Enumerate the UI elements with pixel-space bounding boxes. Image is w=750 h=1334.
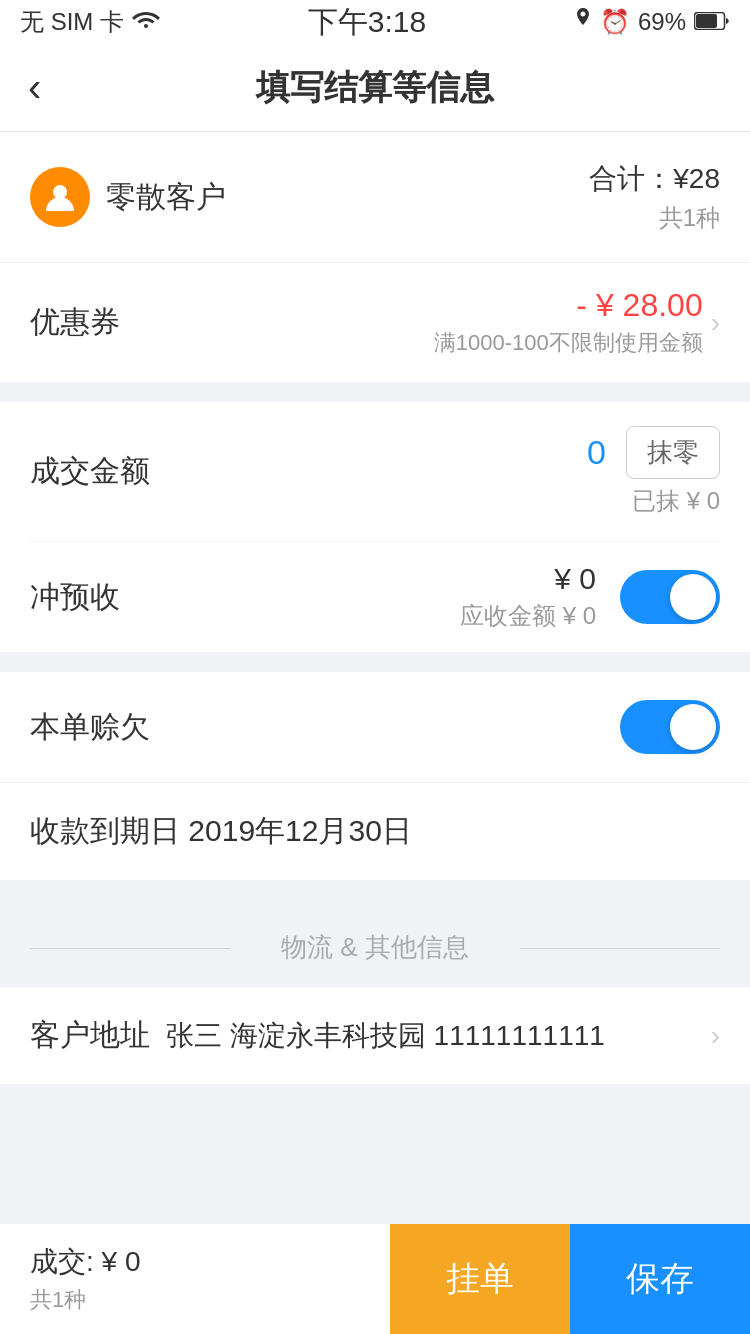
status-bar: 无 SIM 卡 下午3:18 ⏰ 69%	[0, 0, 750, 44]
address-chevron-icon: ›	[711, 1020, 720, 1052]
prepayment-amount: ¥ 0	[460, 562, 596, 596]
address-value: 张三 海淀永丰科技园 11111111111	[166, 1017, 711, 1055]
save-button[interactable]: 保存	[570, 1224, 750, 1334]
coupon-row[interactable]: 优惠券 - ¥ 28.00 满1000-100不限制使用金额 ›	[0, 262, 750, 382]
customer-section: 零散客户 合计：¥28 共1种	[0, 132, 750, 262]
customer-left: 零散客户	[30, 167, 226, 227]
deal-amount-label: 成交金额	[30, 451, 170, 492]
bottom-count: 共1种	[30, 1285, 360, 1315]
customer-row: 零散客户 合计：¥28 共1种	[0, 132, 750, 262]
bottom-deal: 成交: ¥ 0	[30, 1243, 360, 1281]
arrears-toggle[interactable]	[620, 700, 720, 754]
logistics-section-header: 物流 & 其他信息	[0, 910, 750, 985]
toggle-knob	[670, 574, 716, 620]
status-right: ⏰ 69%	[574, 8, 730, 36]
nav-bar: ‹ 填写结算等信息	[0, 44, 750, 132]
already-rounded-text: 已抹 ¥ 0	[632, 485, 720, 517]
address-section[interactable]: 客户地址 张三 海淀永丰科技园 11111111111 ›	[0, 987, 750, 1084]
pending-button[interactable]: 挂单	[390, 1224, 570, 1334]
coupon-desc: 满1000-100不限制使用金额	[434, 328, 703, 358]
arrears-toggle-knob	[670, 704, 716, 750]
coupon-right: - ¥ 28.00 满1000-100不限制使用金额 ›	[434, 287, 720, 358]
due-date-section: 收款到期日 2019年12月30日	[0, 782, 750, 880]
arrears-label: 本单赊欠	[30, 707, 150, 748]
bottom-info: 成交: ¥ 0 共1种	[0, 1243, 390, 1315]
status-time: 下午3:18	[308, 2, 426, 43]
customer-count: 共1种	[589, 202, 720, 234]
svg-point-2	[53, 185, 67, 199]
round-zero-button[interactable]: 抹零	[626, 426, 720, 479]
deal-amount-value-area: 0 抹零 已抹 ¥ 0	[587, 426, 720, 517]
customer-total: 合计：¥28	[589, 160, 720, 198]
page-title: 填写结算等信息	[256, 65, 494, 111]
deal-amount-value: 0	[587, 433, 606, 472]
sim-text: 无 SIM 卡	[20, 6, 124, 38]
prepayment-right: ¥ 0 应收金额 ¥ 0	[460, 562, 720, 632]
svg-rect-1	[696, 14, 717, 28]
customer-name: 零散客户	[106, 177, 226, 218]
deal-amount-section: 成交金额 0 抹零 已抹 ¥ 0 冲预收 ¥ 0 应收金额 ¥ 0	[0, 402, 750, 652]
battery-text: 69%	[638, 8, 686, 36]
due-date-text: 收款到期日 2019年12月30日	[30, 814, 412, 847]
prepayment-toggle[interactable]	[620, 570, 720, 624]
customer-right: 合计：¥28 共1种	[589, 160, 720, 234]
divider-2	[0, 652, 750, 672]
back-button[interactable]: ‹	[28, 65, 41, 110]
content-area: 零散客户 合计：¥28 共1种 优惠券 - ¥ 28.00 满1000-100不…	[0, 132, 750, 1334]
coupon-section: 优惠券 - ¥ 28.00 满1000-100不限制使用金额 ›	[0, 262, 750, 382]
battery-icon	[694, 8, 730, 36]
bottom-deal-label: 成交:	[30, 1246, 94, 1277]
coupon-label: 优惠券	[30, 302, 120, 343]
receivable-amount: 应收金额 ¥ 0	[460, 600, 596, 632]
alarm-icon: ⏰	[600, 8, 630, 36]
divider-3	[0, 880, 750, 910]
deal-amount-row: 成交金额 0 抹零 已抹 ¥ 0	[30, 402, 720, 542]
avatar	[30, 167, 90, 227]
chevron-right-icon: ›	[711, 307, 720, 339]
arrears-section: 本单赊欠	[0, 672, 750, 782]
status-left: 无 SIM 卡	[20, 6, 160, 38]
coupon-amount: - ¥ 28.00	[434, 287, 703, 324]
wifi-icon	[132, 8, 160, 36]
prepayment-row: 冲预收 ¥ 0 应收金额 ¥ 0	[30, 542, 720, 652]
logistics-label: 物流 & 其他信息	[281, 932, 469, 962]
prepayment-label: 冲预收	[30, 577, 120, 618]
bottom-bar: 成交: ¥ 0 共1种 挂单 保存	[0, 1224, 750, 1334]
bottom-deal-value: ¥ 0	[102, 1246, 141, 1277]
divider-1	[0, 382, 750, 402]
location-icon	[574, 8, 592, 36]
address-label: 客户地址	[30, 1015, 150, 1056]
